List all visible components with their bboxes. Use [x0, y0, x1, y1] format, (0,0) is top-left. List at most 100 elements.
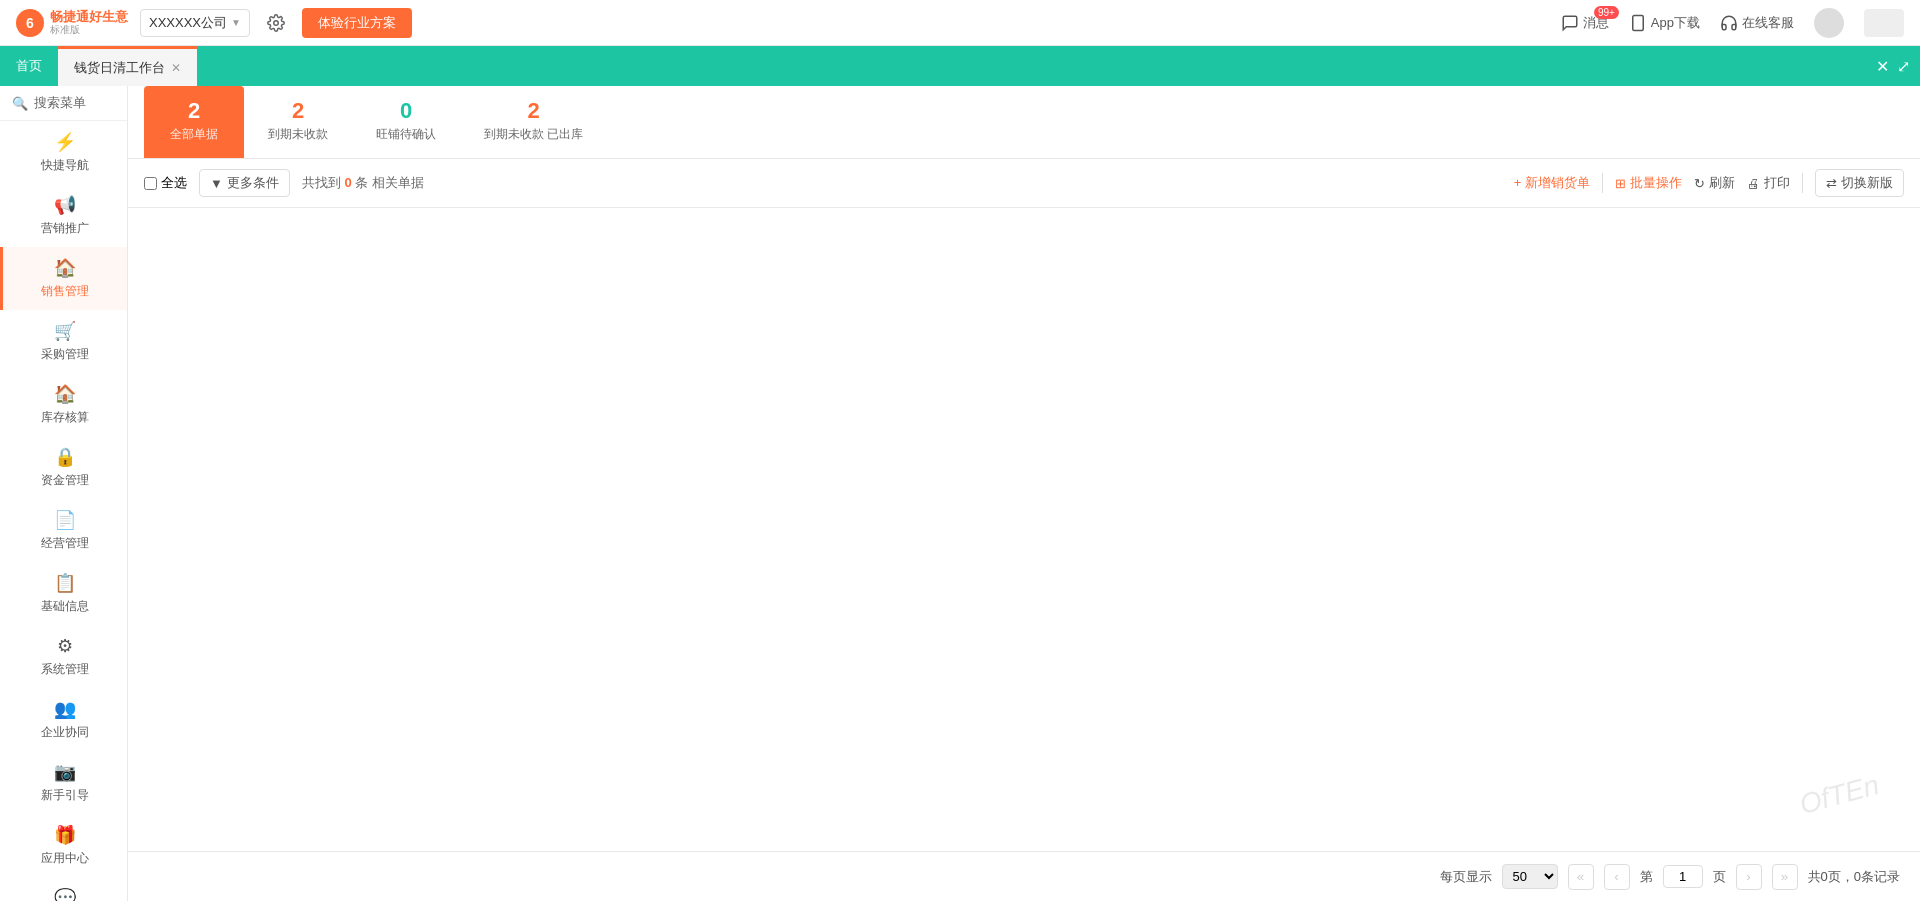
- sidebar-item-purchase[interactable]: 🛒 采购管理: [0, 310, 127, 373]
- sidebar-label-marketing: 营销推广: [41, 220, 89, 237]
- stat-overdue-out-label: 到期未收款 已出库: [484, 126, 583, 143]
- header-right: 消息 99+ App下载 在线客服: [1561, 8, 1904, 38]
- next-page-button[interactable]: ›: [1736, 864, 1762, 890]
- stats-tabs: 2 全部单据 2 到期未收款 0 旺铺待确认 2 到期未收款 已出库: [128, 86, 1920, 159]
- inventory-icon: 🏠: [54, 383, 76, 405]
- select-all-checkbox[interactable]: 全选: [144, 174, 187, 192]
- batch-label: 批量操作: [1630, 174, 1682, 192]
- total-label: 共0页，0条记录: [1808, 868, 1900, 886]
- add-order-button[interactable]: + 新增销货单: [1514, 174, 1590, 192]
- batch-operation-button[interactable]: ⊞ 批量操作: [1615, 174, 1682, 192]
- sales-icon: 🏠: [54, 257, 76, 279]
- sidebar-item-system[interactable]: ⚙ 系统管理: [0, 625, 127, 688]
- refresh-button[interactable]: ↻ 刷新: [1694, 174, 1735, 192]
- top-header: 6 畅捷通好生意 标准版 XXXXXX公司 ▼ 体验行业方案 消息 99+: [0, 0, 1920, 46]
- found-count: 0: [345, 175, 352, 190]
- stat-overdue-count: 2: [292, 98, 304, 124]
- sidebar-item-wechat[interactable]: 💬 企业微信: [0, 877, 127, 901]
- logo-icon: 6: [16, 9, 44, 37]
- user-avatar[interactable]: [1814, 8, 1844, 38]
- filter-label: 更多条件: [227, 174, 279, 192]
- svg-point-0: [274, 20, 279, 25]
- page-suffix: 页: [1713, 868, 1726, 886]
- tab-workbench-label: 钱货日清工作台: [74, 59, 165, 77]
- print-icon: 🖨: [1747, 176, 1760, 191]
- purchase-icon: 🛒: [54, 320, 76, 342]
- search-icon: 🔍: [12, 96, 28, 111]
- sidebar-label-operations: 经营管理: [41, 535, 89, 552]
- page-input[interactable]: [1663, 865, 1703, 888]
- select-all-input[interactable]: [144, 177, 157, 190]
- sidebar-item-basic-info[interactable]: 📋 基础信息: [0, 562, 127, 625]
- sidebar-item-quick-nav[interactable]: ⚡ 快捷导航: [0, 121, 127, 184]
- pagination-bar: 每页显示 50 10 20 100 « ‹ 第 页 › » 共0页，0条记录: [128, 851, 1920, 901]
- filter-button[interactable]: ▼ 更多条件: [199, 169, 290, 197]
- page-size-select[interactable]: 50 10 20 100: [1502, 864, 1558, 889]
- message-badge: 99+: [1594, 6, 1619, 19]
- operations-icon: 📄: [54, 509, 76, 531]
- stat-overdue-out-count: 2: [528, 98, 540, 124]
- sidebar-item-sales[interactable]: 🏠 销售管理: [0, 247, 127, 310]
- page-size-label: 每页显示: [1440, 868, 1492, 886]
- stat-pending-label: 旺铺待确认: [376, 126, 436, 143]
- switch-version-button[interactable]: ⇄ 切换新版: [1815, 169, 1904, 197]
- first-page-button[interactable]: «: [1568, 864, 1594, 890]
- sidebar-label-basic-info: 基础信息: [41, 598, 89, 615]
- tab-minimize-icon[interactable]: ✕: [1876, 57, 1889, 76]
- found-suffix: 相关单据: [372, 175, 424, 190]
- online-service-label: 在线客服: [1742, 14, 1794, 32]
- user-name[interactable]: [1864, 9, 1904, 37]
- sidebar-item-guide[interactable]: 📷 新手引导: [0, 751, 127, 814]
- batch-icon: ⊞: [1615, 176, 1626, 191]
- message-button[interactable]: 消息 99+: [1561, 14, 1609, 32]
- search-menu-label: 搜索菜单: [34, 94, 86, 112]
- print-button[interactable]: 🖨 打印: [1747, 174, 1790, 192]
- filter-icon: ▼: [210, 176, 223, 191]
- sidebar-label-quick-nav: 快捷导航: [41, 157, 89, 174]
- stat-tab-all[interactable]: 2 全部单据: [144, 86, 244, 158]
- sidebar-search-area[interactable]: 🔍 搜索菜单: [0, 86, 127, 121]
- sidebar-item-marketing[interactable]: 📢 营销推广: [0, 184, 127, 247]
- toolbar-divider-2: [1802, 173, 1803, 193]
- company-selector[interactable]: XXXXXX公司 ▼: [140, 9, 250, 37]
- stat-tab-pending[interactable]: 0 旺铺待确认: [352, 86, 460, 158]
- sidebar-item-enterprise[interactable]: 👥 企业协同: [0, 688, 127, 751]
- nav-tabs-bar: 首页 钱货日清工作台 ✕ ✕ ⤢: [0, 46, 1920, 86]
- tab-close-icon[interactable]: ✕: [171, 61, 181, 75]
- tab-home[interactable]: 首页: [0, 46, 58, 86]
- stat-tab-overdue-out[interactable]: 2 到期未收款 已出库: [460, 86, 607, 158]
- last-page-button[interactable]: »: [1772, 864, 1798, 890]
- tab-home-label: 首页: [16, 57, 42, 75]
- finance-icon: 🔒: [54, 446, 76, 468]
- main-layout: 🔍 搜索菜单 ⚡ 快捷导航 📢 营销推广 🏠 销售管理 🛒 采购管理 🏠 库存核…: [0, 86, 1920, 901]
- sidebar-item-finance[interactable]: 🔒 资金管理: [0, 436, 127, 499]
- app-title: 畅捷通好生意: [50, 9, 128, 25]
- marketing-icon: 📢: [54, 194, 76, 216]
- online-service-button[interactable]: 在线客服: [1720, 14, 1794, 32]
- wechat-icon: 💬: [54, 887, 76, 901]
- stat-all-count: 2: [188, 98, 200, 124]
- sidebar-label-app-center: 应用中心: [41, 850, 89, 867]
- trial-button[interactable]: 体验行业方案: [302, 8, 412, 38]
- header-left: 6 畅捷通好生意 标准版 XXXXXX公司 ▼ 体验行业方案: [16, 8, 412, 38]
- sidebar-label-guide: 新手引导: [41, 787, 89, 804]
- prev-page-button[interactable]: ‹: [1604, 864, 1630, 890]
- system-icon: ⚙: [57, 635, 73, 657]
- logo-area: 6 畅捷通好生意 标准版: [16, 9, 128, 37]
- sidebar-item-operations[interactable]: 📄 经营管理: [0, 499, 127, 562]
- sidebar: 🔍 搜索菜单 ⚡ 快捷导航 📢 营销推广 🏠 销售管理 🛒 采购管理 🏠 库存核…: [0, 86, 128, 901]
- sidebar-item-inventory[interactable]: 🏠 库存核算: [0, 373, 127, 436]
- page-label: 第: [1640, 868, 1653, 886]
- select-all-label: 全选: [161, 174, 187, 192]
- sidebar-label-system: 系统管理: [41, 661, 89, 678]
- tab-workbench[interactable]: 钱货日清工作台 ✕: [58, 46, 197, 86]
- app-download-label: App下载: [1651, 14, 1700, 32]
- tab-expand-icon[interactable]: ⤢: [1897, 57, 1910, 76]
- settings-button[interactable]: [262, 9, 290, 37]
- quick-nav-icon: ⚡: [54, 131, 76, 153]
- stat-tab-overdue[interactable]: 2 到期未收款: [244, 86, 352, 158]
- sidebar-label-finance: 资金管理: [41, 472, 89, 489]
- sidebar-item-app-center[interactable]: 🎁 应用中心: [0, 814, 127, 877]
- app-download-button[interactable]: App下载: [1629, 14, 1700, 32]
- print-label: 打印: [1764, 174, 1790, 192]
